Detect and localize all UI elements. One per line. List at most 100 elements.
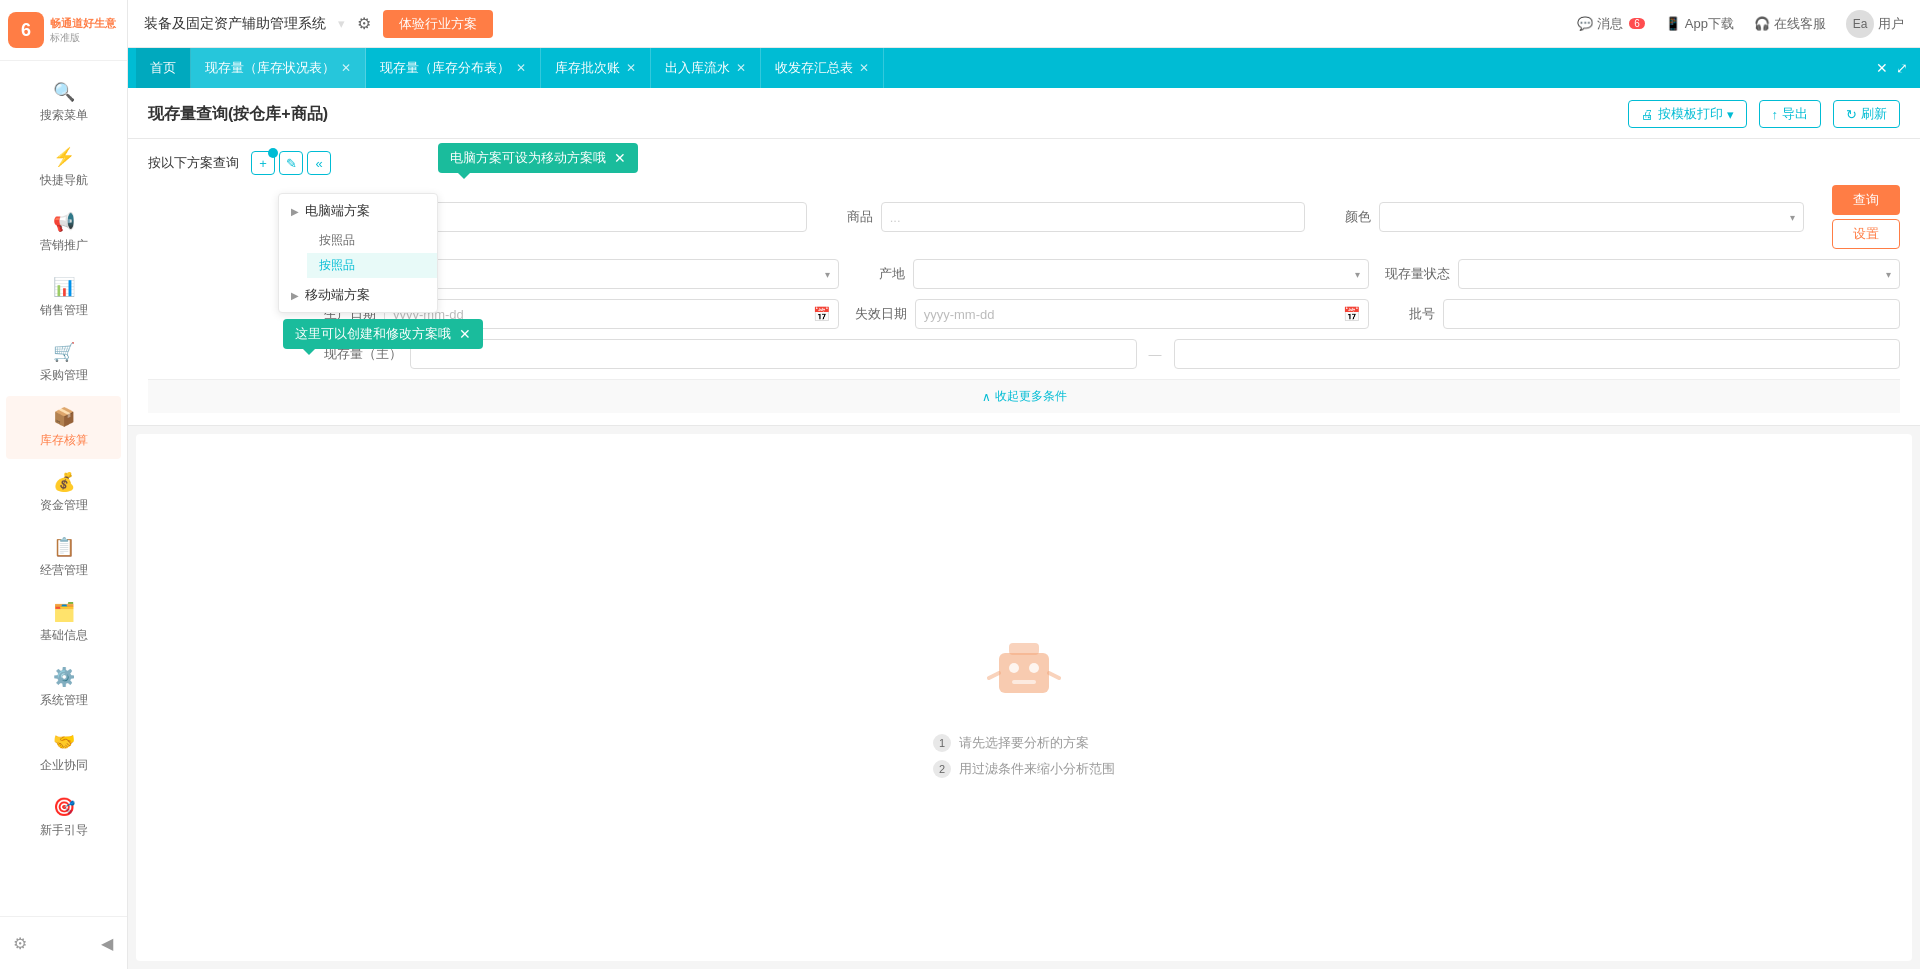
tab-home[interactable]: 首页 [136, 48, 191, 88]
tab-batch-ledger[interactable]: 库存批次账 ✕ [541, 48, 651, 88]
stock-main-from[interactable] [410, 339, 1137, 369]
tab-inventory-dist[interactable]: 现存量（库存分布表） ✕ [366, 48, 541, 88]
tab-inventory-dist-label: 现存量（库存分布表） [380, 59, 510, 77]
prev-scheme-btn[interactable]: « [307, 151, 331, 175]
tab-batch-ledger-label: 库存批次账 [555, 59, 620, 77]
add-scheme-wrapper: + [251, 151, 275, 175]
filter-row-3: 生产日期 yyyy-mm-dd 📅 失效日期 yyyy-mm-dd [324, 299, 1900, 329]
basic-icon: 🗂️ [53, 601, 75, 623]
sidebar-item-guide[interactable]: 🎯 新手引导 [6, 786, 121, 849]
tooltip-close-1[interactable]: ✕ [614, 150, 626, 166]
export-btn[interactable]: ↑ 导出 [1759, 100, 1822, 128]
tab-close-icon[interactable]: ✕ [341, 61, 351, 75]
sidebar-item-label: 企业协同 [40, 757, 88, 774]
stock-status-field: 现存量状态 ▾ [1385, 259, 1900, 289]
sidebar-item-operations[interactable]: 📋 经营管理 [6, 526, 121, 589]
calendar-icon-expiry: 📅 [1343, 306, 1360, 322]
user-profile-btn[interactable]: Ea 用户 [1846, 10, 1904, 38]
avatar: Ea [1846, 10, 1874, 38]
svg-point-3 [1029, 663, 1039, 673]
origin-select[interactable]: ▾ [913, 259, 1370, 289]
industry-plan-btn[interactable]: 体验行业方案 [383, 10, 493, 38]
scheme-item-2[interactable]: 按照品 [307, 253, 437, 278]
sidebar-item-label: 系统管理 [40, 692, 88, 709]
header-settings-icon[interactable]: ⚙ [357, 14, 371, 33]
close-all-tabs-icon[interactable]: ✕ [1876, 60, 1888, 76]
sidebar-bottom: ⚙ ◀ [0, 916, 127, 969]
collapse-filter-btn[interactable]: ∧ 收起更多条件 [148, 379, 1900, 413]
scheme-mobile-label: 移动端方案 [305, 286, 370, 304]
top-header: 装备及固定资产辅助管理系统 ▾ ⚙ 体验行业方案 💬 消息 6 📱 App下载 … [128, 0, 1920, 48]
maximize-icon[interactable]: ⤢ [1896, 60, 1908, 76]
tip-num-1: 1 [933, 734, 951, 752]
sidebar-item-search[interactable]: 🔍 搜索菜单 [6, 71, 121, 134]
tooltip-close-2[interactable]: ✕ [459, 326, 471, 342]
tab-inventory-status[interactable]: 现存量（库存状况表） ✕ [191, 48, 366, 88]
sidebar-item-label: 库存核算 [40, 432, 88, 449]
empty-state: 1 请先选择要分析的方案 2 用过滤条件来缩小分析范围 [136, 434, 1912, 961]
product-input[interactable]: ... [881, 202, 1306, 232]
sidebar-item-label: 经营管理 [40, 562, 88, 579]
messages-btn[interactable]: 💬 消息 6 [1577, 15, 1645, 33]
page-title: 现存量查询(按仓库+商品) [148, 104, 328, 125]
expiry-date-input[interactable]: yyyy-mm-dd 📅 [915, 299, 1370, 329]
sidebar-item-marketing[interactable]: 📢 营销推广 [6, 201, 121, 264]
guide-icon: 🎯 [53, 796, 75, 818]
sidebar-item-finance[interactable]: 💰 资金管理 [6, 461, 121, 524]
scheme-item-1[interactable]: 按照品 [307, 228, 437, 253]
tab-close-icon[interactable]: ✕ [516, 61, 526, 75]
tooltip-text-2: 这里可以创建和修改方案哦 [295, 325, 451, 343]
purchase-icon: 🛒 [53, 341, 75, 363]
refresh-btn[interactable]: ↻ 刷新 [1833, 100, 1900, 128]
color-select[interactable]: ▾ [1379, 202, 1804, 232]
sidebar-item-quick-nav[interactable]: ⚡ 快捷导航 [6, 136, 121, 199]
collapse-sidebar-btn[interactable]: ◀ [93, 929, 121, 957]
settings-bottom-btn[interactable]: ⚙ [6, 929, 34, 957]
batch-no-label: 批号 [1385, 305, 1435, 323]
scheme-desktop[interactable]: ▶ 电脑端方案 [279, 194, 437, 228]
size-select[interactable]: ▾ [382, 259, 839, 289]
template-print-btn[interactable]: 🖨 按模板打印 ▾ [1628, 100, 1747, 128]
tab-close-icon[interactable]: ✕ [736, 61, 746, 75]
stock-status-label: 现存量状态 [1385, 265, 1450, 283]
batch-no-input[interactable] [1443, 299, 1900, 329]
stock-status-select[interactable]: ▾ [1458, 259, 1900, 289]
svg-rect-0 [999, 653, 1049, 693]
sidebar-item-purchase[interactable]: 🛒 采购管理 [6, 331, 121, 394]
svg-line-6 [1049, 673, 1059, 678]
settings-filter-btn[interactable]: 设置 [1832, 219, 1900, 249]
sidebar-item-basic[interactable]: 🗂️ 基础信息 [6, 591, 121, 654]
app-download-btn[interactable]: 📱 App下载 [1665, 15, 1734, 33]
stock-main-to[interactable] [1174, 339, 1901, 369]
filter-area: 按以下方案查询 + ✎ « 电脑方案可设为移动方案哦 ✕ 这里可以创建和修 [128, 139, 1920, 426]
tab-close-icon[interactable]: ✕ [626, 61, 636, 75]
system-icon: ⚙️ [53, 666, 75, 688]
inventory-icon: 📦 [53, 406, 75, 428]
filter-label: 按以下方案查询 [148, 154, 239, 172]
warehouse-input[interactable]: ... [382, 202, 807, 232]
stock-main-field: 现存量（主） — [324, 339, 1900, 369]
origin-label: 产地 [855, 265, 905, 283]
tab-close-icon[interactable]: ✕ [859, 61, 869, 75]
content-area: 现存量查询(按仓库+商品) 🖨 按模板打印 ▾ ↑ 导出 ↻ 刷新 [128, 88, 1920, 969]
logo-icon: 6 [8, 12, 44, 48]
sidebar-item-system[interactable]: ⚙️ 系统管理 [6, 656, 121, 719]
chevron-up-icon: ∧ [982, 390, 991, 404]
page-title-row: 现存量查询(按仓库+商品) 🖨 按模板打印 ▾ ↑ 导出 ↻ 刷新 [148, 100, 1900, 138]
expiry-date-placeholder: yyyy-mm-dd [924, 307, 995, 322]
sidebar-item-label: 基础信息 [40, 627, 88, 644]
tab-receive-summary[interactable]: 收发存汇总表 ✕ [761, 48, 884, 88]
chevron-down-size: ▾ [825, 269, 830, 280]
sidebar-item-enterprise[interactable]: 🤝 企业协同 [6, 721, 121, 784]
search-btn[interactable]: 查询 [1832, 185, 1900, 215]
tab-inout-flow[interactable]: 出入库流水 ✕ [651, 48, 761, 88]
scheme-mobile[interactable]: ▶ 移动端方案 [279, 278, 437, 312]
batch-no-field: 批号 [1385, 299, 1900, 329]
online-support-btn[interactable]: 🎧 在线客服 [1754, 15, 1826, 33]
sidebar-item-inventory[interactable]: 📦 库存核算 [6, 396, 121, 459]
sidebar-item-sales[interactable]: 📊 销售管理 [6, 266, 121, 329]
add-scheme-dot [268, 148, 278, 158]
svg-point-2 [1009, 663, 1019, 673]
edit-scheme-btn[interactable]: ✎ [279, 151, 303, 175]
chevron-down-origin: ▾ [1355, 269, 1360, 280]
